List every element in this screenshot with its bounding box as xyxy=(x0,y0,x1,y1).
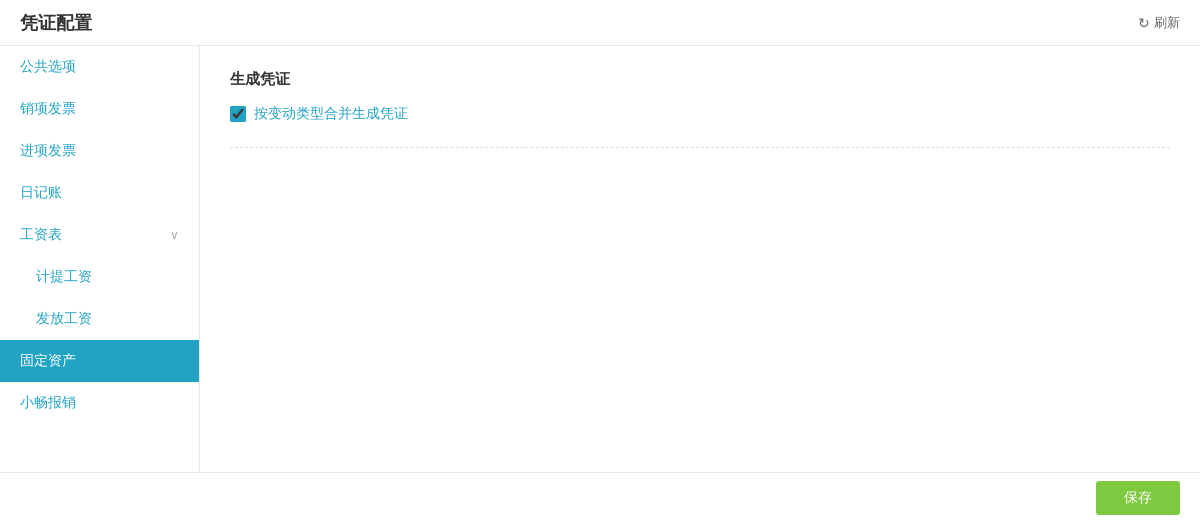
bottom-bar: 保存 xyxy=(0,472,1200,522)
sidebar-item-label: 固定资产 xyxy=(20,352,76,370)
section-title: 生成凭证 xyxy=(230,70,1170,89)
save-button[interactable]: 保存 xyxy=(1096,481,1180,515)
sidebar-item-label: 公共选项 xyxy=(20,58,76,76)
sidebar-item-label: 发放工资 xyxy=(36,310,92,328)
checkbox-row: 按变动类型合并生成凭证 xyxy=(230,105,1170,123)
refresh-button[interactable]: ↻ 刷新 xyxy=(1138,14,1180,32)
merge-voucher-label[interactable]: 按变动类型合并生成凭证 xyxy=(254,105,408,123)
header: 凭证配置 ↻ 刷新 xyxy=(0,0,1200,46)
sidebar-item-public-options[interactable]: 公共选项 xyxy=(0,46,199,88)
merge-voucher-checkbox[interactable] xyxy=(230,106,246,122)
content-area: 生成凭证 按变动类型合并生成凭证 xyxy=(200,46,1200,472)
sidebar: 公共选项销项发票进项发票日记账工资表 ∨ 计提工资发放工资固定资产小畅报销 xyxy=(0,46,200,472)
sidebar-item-label: 进项发票 xyxy=(20,142,76,160)
sidebar-item-label: 日记账 xyxy=(20,184,62,202)
sidebar-item-accrued-payroll[interactable]: 计提工资 xyxy=(0,256,199,298)
sidebar-item-label: 销项发票 xyxy=(20,100,76,118)
sidebar-item-payroll-table[interactable]: 工资表 ∨ xyxy=(0,214,199,256)
sidebar-item-label: 计提工资 xyxy=(36,268,92,286)
section-divider xyxy=(230,147,1170,148)
sidebar-item-sales-invoice[interactable]: 销项发票 xyxy=(0,88,199,130)
sidebar-item-label: 工资表 xyxy=(20,226,62,244)
sidebar-item-label: 小畅报销 xyxy=(20,394,76,412)
main-layout: 公共选项销项发票进项发票日记账工资表 ∨ 计提工资发放工资固定资产小畅报销 生成凭证… xyxy=(0,46,1200,472)
refresh-icon: ↻ xyxy=(1138,15,1150,31)
sidebar-item-purchase-invoice[interactable]: 进项发票 xyxy=(0,130,199,172)
sidebar-item-journal[interactable]: 日记账 xyxy=(0,172,199,214)
sidebar-item-pay-payroll[interactable]: 发放工资 xyxy=(0,298,199,340)
refresh-label: 刷新 xyxy=(1154,14,1180,32)
sidebar-item-fixed-assets[interactable]: 固定资产 xyxy=(0,340,199,382)
chevron-down-icon: ∨ xyxy=(170,228,179,242)
page-title: 凭证配置 xyxy=(20,11,92,35)
sidebar-item-expense-report[interactable]: 小畅报销 xyxy=(0,382,199,424)
